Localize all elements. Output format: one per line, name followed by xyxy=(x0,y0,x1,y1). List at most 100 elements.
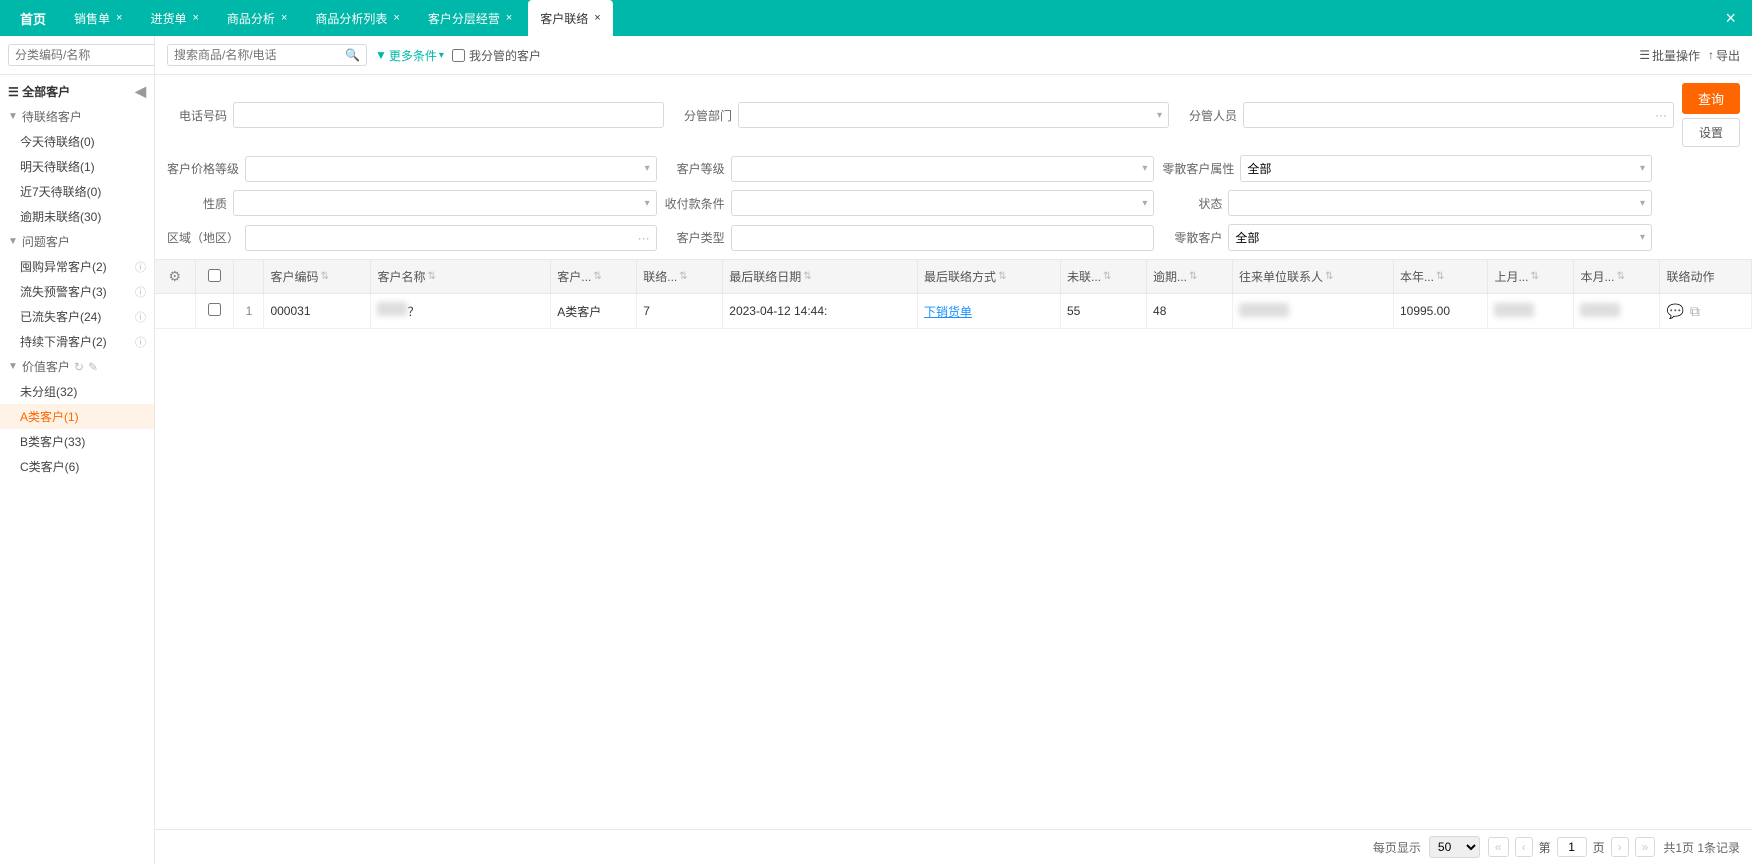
filter-search-input[interactable] xyxy=(174,48,345,62)
sidebar-group-problem[interactable]: ▼ 问题客户 xyxy=(0,229,154,254)
info-icon-declining[interactable]: ⓘ xyxy=(135,334,146,350)
th-code[interactable]: 客户编码⇅ xyxy=(264,260,371,294)
info-icon-churn-warning[interactable]: ⓘ xyxy=(135,284,146,300)
last-page-button[interactable]: » xyxy=(1635,837,1656,857)
settings-button[interactable]: 设置 xyxy=(1682,118,1740,147)
th-action: 联络动作 xyxy=(1660,260,1752,294)
price-level-select[interactable]: ▾ xyxy=(245,156,657,182)
sidebar-item-tomorrow[interactable]: 明天待联络(1) xyxy=(0,154,154,179)
nav-goods-list[interactable]: 商品分析列表 × xyxy=(303,0,411,36)
th-last-date[interactable]: 最后联络日期⇅ xyxy=(723,260,918,294)
close-goods-list-icon[interactable]: × xyxy=(393,12,399,24)
content-area: 🔍 ▼ 更多条件 ▾ 我分管的客户 ☰ 批量操作 ↑ 导出 xyxy=(155,36,1752,864)
nav-purchase[interactable]: 进货单 × xyxy=(138,0,210,36)
filter-search-icon[interactable]: 🔍 xyxy=(345,48,360,62)
th-unit-contact[interactable]: 往来单位联系人⇅ xyxy=(1233,260,1394,294)
th-no-contact[interactable]: 未联...⇅ xyxy=(1061,260,1147,294)
table-row: 1 000031 ？ A类客户 7 2023-04-12 14:44: 下销货单… xyxy=(155,294,1752,329)
close-all-button[interactable]: × xyxy=(1717,8,1744,29)
sidebar-item-overdue[interactable]: 逾期未联络(30) xyxy=(0,204,154,229)
phone-input[interactable] xyxy=(233,102,664,128)
next-page-button[interactable]: › xyxy=(1611,837,1629,857)
nav-customer-contact[interactable]: 客户联络 × xyxy=(528,0,612,36)
filter-field-person: 分管人员 ··· xyxy=(1177,102,1674,128)
sidebar-item-hoarding[interactable]: 囤购异常客户(2) ⓘ xyxy=(0,254,154,279)
close-sales-icon[interactable]: × xyxy=(116,12,122,24)
info-icon-hoarding[interactable]: ⓘ xyxy=(135,259,146,275)
table-settings-icon[interactable]: ⚙ xyxy=(168,268,181,284)
sidebar-item-declining[interactable]: 持续下滑客户(2) ⓘ xyxy=(0,329,154,354)
nature-select[interactable]: ▾ xyxy=(233,190,657,216)
nav-goods-analysis[interactable]: 商品分析 × xyxy=(215,0,299,36)
page-input[interactable] xyxy=(1557,837,1587,857)
payment-select[interactable]: ▾ xyxy=(731,190,1155,216)
sort-contact-icon: ⇅ xyxy=(679,271,687,282)
th-last-month[interactable]: 上月...⇅ xyxy=(1488,260,1574,294)
cust-type-label: 客户类型 xyxy=(665,229,725,246)
export-button[interactable]: ↑ 导出 xyxy=(1708,47,1740,64)
scatter-label: 零散客户 xyxy=(1162,229,1222,246)
query-button[interactable]: 查询 xyxy=(1682,83,1740,114)
nav-home[interactable]: 首页 xyxy=(8,0,58,36)
close-goods-analysis-icon[interactable]: × xyxy=(281,12,287,24)
sidebar-item-7days[interactable]: 近7天待联络(0) xyxy=(0,179,154,204)
edit-icon[interactable]: ✎ xyxy=(88,360,98,374)
row-unit-contact-blurred xyxy=(1239,303,1289,317)
close-customer-tier-icon[interactable]: × xyxy=(506,12,512,24)
row-last-method[interactable]: 下销货单 xyxy=(918,294,1061,329)
sidebar-item-churn-warning[interactable]: 流失预警客户(3) ⓘ xyxy=(0,279,154,304)
sidebar-item-a-class[interactable]: A类客户(1) xyxy=(0,404,154,429)
scatter-prop-select[interactable]: 全部▾ xyxy=(1240,155,1652,182)
filter-field-cust-type: 客户类型 xyxy=(665,225,1155,251)
dept-select[interactable]: ▾ xyxy=(738,102,1169,128)
th-last-method[interactable]: 最后联络方式⇅ xyxy=(918,260,1061,294)
first-page-button[interactable]: « xyxy=(1488,837,1509,857)
th-contact[interactable]: 联络...⇅ xyxy=(637,260,723,294)
action-link-icon[interactable]: ⧉ xyxy=(1690,303,1700,320)
my-customers-checkbox[interactable] xyxy=(452,49,465,62)
row-action-cell: 💬 ⧉ xyxy=(1660,294,1752,329)
scatter-select[interactable]: 全部▾ xyxy=(1228,224,1652,251)
nav-sales[interactable]: 销售单 × xyxy=(62,0,134,36)
sidebar-search-input[interactable] xyxy=(8,44,155,66)
th-overdue[interactable]: 逾期...⇅ xyxy=(1147,260,1233,294)
th-checkbox xyxy=(195,260,234,294)
payment-chevron-icon: ▾ xyxy=(1142,198,1147,209)
phone-label: 电话号码 xyxy=(167,107,227,124)
sidebar-group-pending[interactable]: ▼ 待联络客户 xyxy=(0,104,154,129)
th-settings: ⚙ xyxy=(155,260,195,294)
row-settings-cell xyxy=(155,294,195,329)
sidebar-collapse-icon[interactable]: ◀ xyxy=(135,83,146,100)
per-page-select[interactable]: 50 100 xyxy=(1429,836,1480,858)
status-select[interactable]: ▾ xyxy=(1228,190,1652,216)
filter-more-button[interactable]: ▼ 更多条件 ▾ xyxy=(375,47,444,64)
sidebar-item-today[interactable]: 今天待联络(0) xyxy=(0,129,154,154)
th-this-year[interactable]: 本年...⇅ xyxy=(1393,260,1487,294)
close-purchase-icon[interactable]: × xyxy=(192,12,198,24)
region-input[interactable]: ··· xyxy=(245,225,657,251)
query-btn-group: 查询 设置 xyxy=(1682,83,1740,147)
action-chat-icon[interactable]: 💬 xyxy=(1666,303,1683,320)
th-this-month[interactable]: 本月...⇅ xyxy=(1574,260,1660,294)
th-name[interactable]: 客户名称⇅ xyxy=(371,260,551,294)
info-icon-churned[interactable]: ⓘ xyxy=(135,309,146,325)
batch-ops-button[interactable]: ☰ 批量操作 xyxy=(1639,47,1700,64)
person-input[interactable]: ··· xyxy=(1243,102,1674,128)
cust-type-input[interactable] xyxy=(731,225,1155,251)
row-this-month-blurred xyxy=(1580,303,1620,317)
th-level[interactable]: 客户...⇅ xyxy=(551,260,637,294)
row-checkbox[interactable] xyxy=(208,303,221,316)
row-this-year: 10995.00 xyxy=(1393,294,1487,329)
nav-customer-tier[interactable]: 客户分层经营 × xyxy=(416,0,524,36)
sidebar-item-c-class[interactable]: C类客户(6) xyxy=(0,454,154,479)
sidebar-group-value[interactable]: ▼ 价值客户 ↻ ✎ xyxy=(0,354,154,379)
prev-page-button[interactable]: ‹ xyxy=(1515,837,1533,857)
sidebar-item-churned[interactable]: 已流失客户(24) ⓘ xyxy=(0,304,154,329)
sidebar-item-b-class[interactable]: B类客户(33) xyxy=(0,429,154,454)
table-header-row: ⚙ 客户编码⇅ 客户名称⇅ 客户...⇅ xyxy=(155,260,1752,294)
cust-level-select[interactable]: ▾ xyxy=(731,156,1155,182)
refresh-icon[interactable]: ↻ xyxy=(74,360,84,374)
sidebar-item-unclassified[interactable]: 未分组(32) xyxy=(0,379,154,404)
select-all-checkbox[interactable] xyxy=(208,269,221,282)
close-customer-contact-icon[interactable]: × xyxy=(594,12,600,24)
